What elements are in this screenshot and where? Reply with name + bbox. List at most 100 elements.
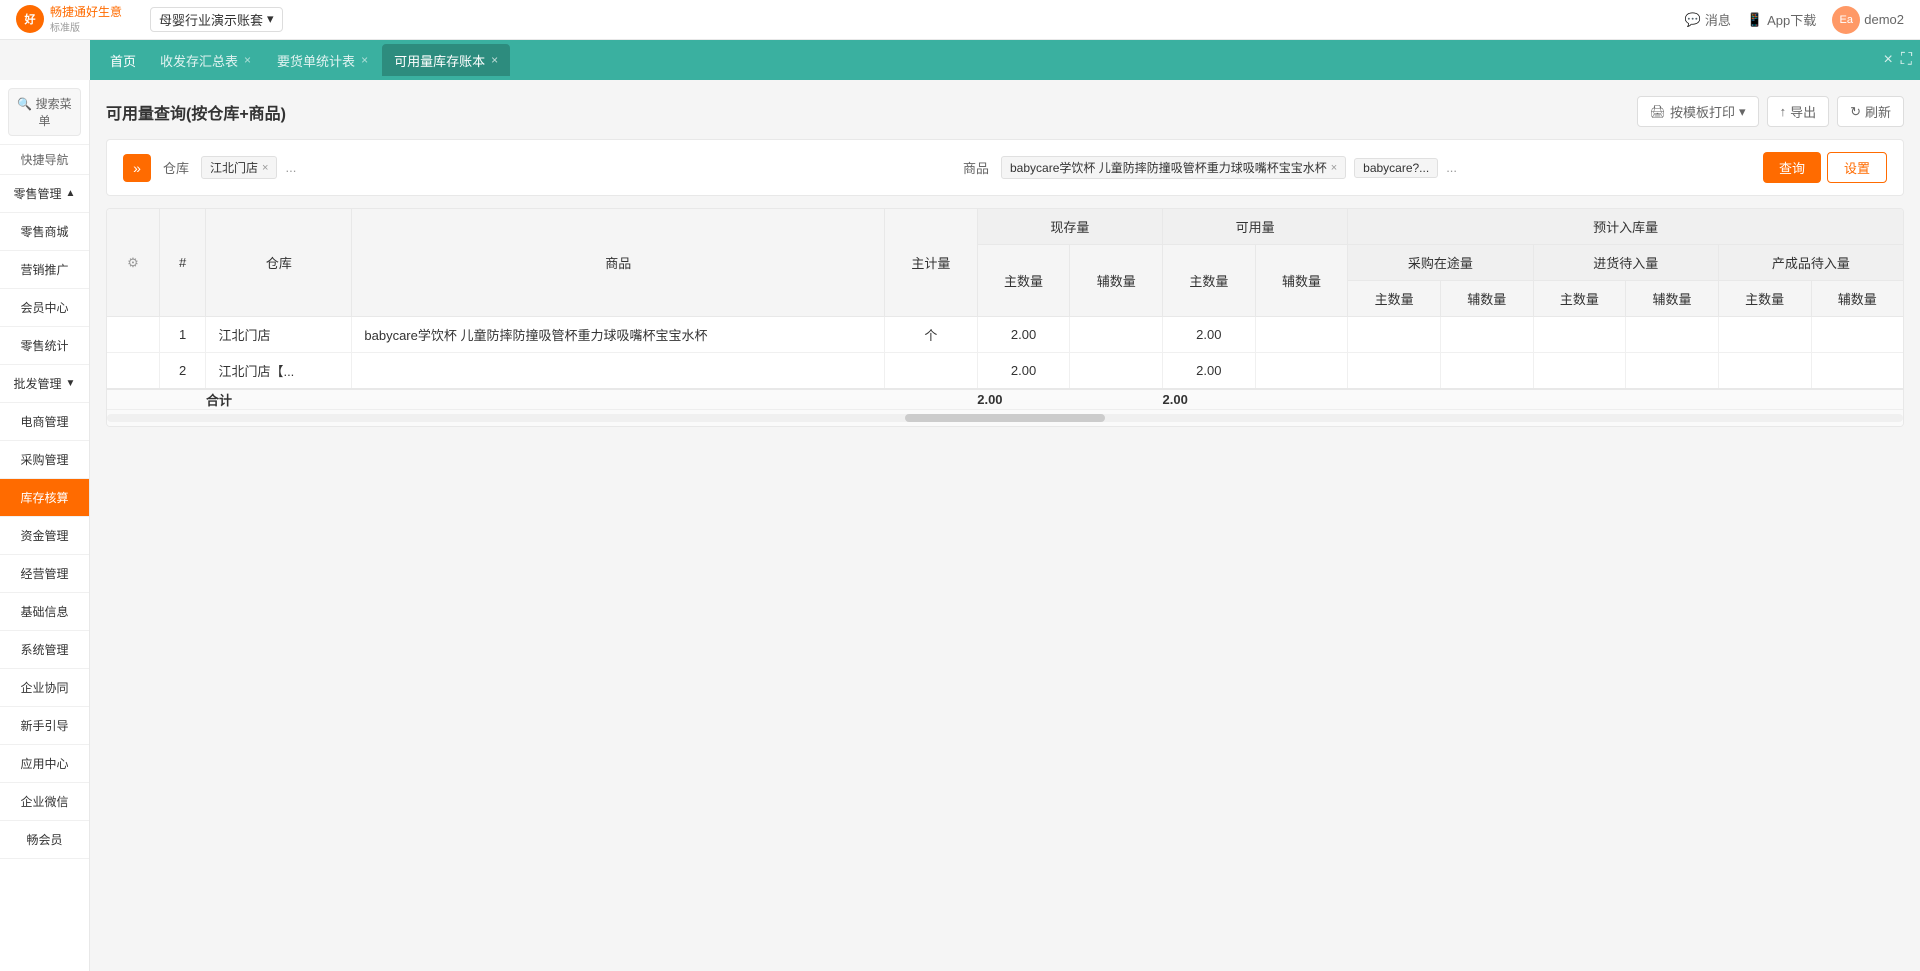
message-label: 消息 bbox=[1705, 10, 1731, 29]
download-btn[interactable]: 📱 App下载 bbox=[1747, 10, 1816, 29]
logo-icon: 好 bbox=[16, 5, 44, 33]
top-bar-right: 💬 消息 📱 App下载 Ea demo2 bbox=[1685, 6, 1904, 34]
refresh-icon: ↻ bbox=[1850, 104, 1861, 120]
warehouse-more[interactable]: ... bbox=[285, 160, 296, 175]
sidebar-item-label: 库存核算 bbox=[20, 489, 68, 506]
sidebar-item-member[interactable]: 会员中心 bbox=[0, 289, 89, 327]
sidebar-item-label: 畅会员 bbox=[26, 831, 62, 848]
print-btn[interactable]: 🖨 按模板打印 ▾ bbox=[1637, 96, 1759, 127]
th-purchase-transit-group: 采购在途量 bbox=[1348, 245, 1533, 281]
close-all-btn[interactable]: × bbox=[1883, 51, 1892, 69]
sidebar-item-operations[interactable]: 经营管理 bbox=[0, 555, 89, 593]
sidebar-item-system[interactable]: 系统管理 bbox=[0, 631, 89, 669]
footer-incoming-sub bbox=[1626, 389, 1719, 409]
company-name: 母婴行业演示账套 bbox=[159, 10, 263, 29]
row-avail-sub bbox=[1255, 317, 1348, 353]
tab-yaohuo[interactable]: 要货单统计表 × bbox=[265, 44, 380, 76]
close-tab-2[interactable]: × bbox=[491, 53, 498, 67]
th-purchase-sub: 辅数量 bbox=[1440, 281, 1533, 317]
sidebar-item-label: 企业协同 bbox=[20, 679, 68, 696]
fullscreen-btn[interactable]: ⛶ bbox=[1901, 51, 1912, 69]
logo-area: 好 畅捷通好生意 标准版 bbox=[16, 5, 122, 34]
quick-nav-btn[interactable]: 快捷导航 bbox=[0, 145, 89, 175]
footer-product bbox=[352, 389, 885, 409]
refresh-btn[interactable]: ↻ 刷新 bbox=[1837, 96, 1904, 127]
sidebar-item-enterprise[interactable]: 企业协同 bbox=[0, 669, 89, 707]
warehouse-tag-0[interactable]: 江北门店 × bbox=[201, 156, 277, 179]
search-label: 搜索菜单 bbox=[36, 97, 72, 128]
refresh-label: 刷新 bbox=[1865, 102, 1891, 121]
sidebar-item-label: 采购管理 bbox=[20, 451, 68, 468]
product-tag-1[interactable]: babycare?... bbox=[1354, 158, 1438, 178]
user-area[interactable]: Ea demo2 bbox=[1832, 6, 1904, 34]
tab-keyongliang[interactable]: 可用量库存账本 × bbox=[382, 44, 510, 76]
row-purchase-main bbox=[1348, 353, 1441, 390]
export-btn[interactable]: ↑ 导出 bbox=[1767, 96, 1830, 127]
row-purchase-sub bbox=[1440, 353, 1533, 390]
page-title: 可用量查询(按仓库+商品) bbox=[106, 100, 286, 124]
warehouse-field: 江北门店 × ... bbox=[201, 156, 951, 179]
close-tab-0[interactable]: × bbox=[244, 53, 251, 67]
sidebar-item-label: 企业微信 bbox=[20, 793, 68, 810]
search-icon: 🔍 bbox=[17, 97, 32, 111]
footer-product-main bbox=[1718, 389, 1811, 409]
sidebar-item-ecommerce[interactable]: 电商管理 bbox=[0, 403, 89, 441]
sidebar-item-marketing[interactable]: 营销推广 bbox=[0, 251, 89, 289]
row-index: 1 bbox=[159, 317, 206, 353]
home-tab[interactable]: 首页 bbox=[98, 51, 148, 70]
th-gear[interactable]: ⚙ bbox=[107, 209, 159, 317]
th-avail-sub: 辅数量 bbox=[1255, 245, 1348, 317]
print-icon: 🖨 bbox=[1650, 104, 1667, 120]
print-dropdown-icon: ▾ bbox=[1739, 104, 1746, 120]
sidebar-item-basic-info[interactable]: 基础信息 bbox=[0, 593, 89, 631]
sidebar-item-purchase[interactable]: 采购管理 bbox=[0, 441, 89, 479]
row-product: babycare学饮杯 儿童防摔防撞吸管杯重力球吸嘴杯宝宝水杯 bbox=[352, 317, 885, 353]
gear-icon[interactable]: ⚙ bbox=[127, 255, 139, 270]
sidebar-item-retail-manage[interactable]: 零售管理 ▲ bbox=[0, 175, 89, 213]
sidebar-item-newbie[interactable]: 新手引导 bbox=[0, 707, 89, 745]
sidebar-item-finance[interactable]: 资金管理 bbox=[0, 517, 89, 555]
sidebar-item-inventory[interactable]: 库存核算 bbox=[0, 479, 89, 517]
avatar-text: Ea bbox=[1840, 14, 1853, 26]
tab-shoufacun[interactable]: 收发存汇总表 × bbox=[148, 44, 263, 76]
sidebar-item-label: 新手引导 bbox=[20, 717, 68, 734]
sidebar-item-label: 应用中心 bbox=[20, 755, 68, 772]
row-avail-main: 2.00 bbox=[1163, 317, 1256, 353]
quick-nav-label: 快捷导航 bbox=[20, 153, 68, 167]
product-tag-0[interactable]: babycare学饮杯 儿童防摔防撞吸管杯重力球吸嘴杯宝宝水杯 × bbox=[1001, 156, 1346, 179]
sidebar-item-wholesale[interactable]: 批发管理 ▼ bbox=[0, 365, 89, 403]
scrollbar-track[interactable] bbox=[107, 414, 1903, 422]
sidebar-item-retail-stats[interactable]: 零售统计 bbox=[0, 327, 89, 365]
footer-avail-sub bbox=[1255, 389, 1348, 409]
product-field: babycare学饮杯 儿童防摔防撞吸管杯重力球吸嘴杯宝宝水杯 × babyca… bbox=[1001, 156, 1751, 179]
query-btn[interactable]: 查询 bbox=[1763, 152, 1821, 183]
th-stock-sub: 辅数量 bbox=[1070, 245, 1163, 317]
sidebar-search-area: 🔍 搜索菜单 bbox=[0, 80, 89, 145]
company-selector[interactable]: 母婴行业演示账套 ▾ bbox=[150, 7, 283, 32]
footer-purchase-main bbox=[1348, 389, 1441, 409]
sidebar-item-label: 基础信息 bbox=[20, 603, 68, 620]
row-product bbox=[352, 353, 885, 390]
row-product-main bbox=[1718, 317, 1811, 353]
close-tab-1[interactable]: × bbox=[361, 53, 368, 67]
search-menu-btn[interactable]: 🔍 搜索菜单 bbox=[8, 88, 81, 136]
sidebar-item-vip[interactable]: 畅会员 bbox=[0, 821, 89, 859]
sidebar-item-app-center[interactable]: 应用中心 bbox=[0, 745, 89, 783]
th-incoming-group: 进货待入量 bbox=[1533, 245, 1718, 281]
row-gear bbox=[107, 353, 159, 390]
th-purchase-main: 主数量 bbox=[1348, 281, 1441, 317]
product-more[interactable]: ... bbox=[1446, 160, 1457, 175]
th-product-pending-group: 产成品待入量 bbox=[1718, 245, 1903, 281]
product-tag-close-0[interactable]: × bbox=[1331, 162, 1337, 174]
sidebar-item-wechat[interactable]: 企业微信 bbox=[0, 783, 89, 821]
scrollbar-thumb[interactable] bbox=[905, 414, 1105, 422]
filter-toggle-btn[interactable]: » bbox=[123, 154, 151, 182]
warehouse-tag-close[interactable]: × bbox=[262, 162, 268, 174]
sidebar-item-retail-mall[interactable]: 零售商城 bbox=[0, 213, 89, 251]
th-incoming-sub: 辅数量 bbox=[1626, 281, 1719, 317]
message-btn[interactable]: 💬 消息 bbox=[1685, 10, 1731, 29]
th-product-sub: 辅数量 bbox=[1811, 281, 1903, 317]
th-planned-group: 预计入库量 bbox=[1348, 209, 1903, 245]
scrollbar-area bbox=[107, 409, 1903, 426]
setting-btn[interactable]: 设置 bbox=[1827, 152, 1887, 183]
